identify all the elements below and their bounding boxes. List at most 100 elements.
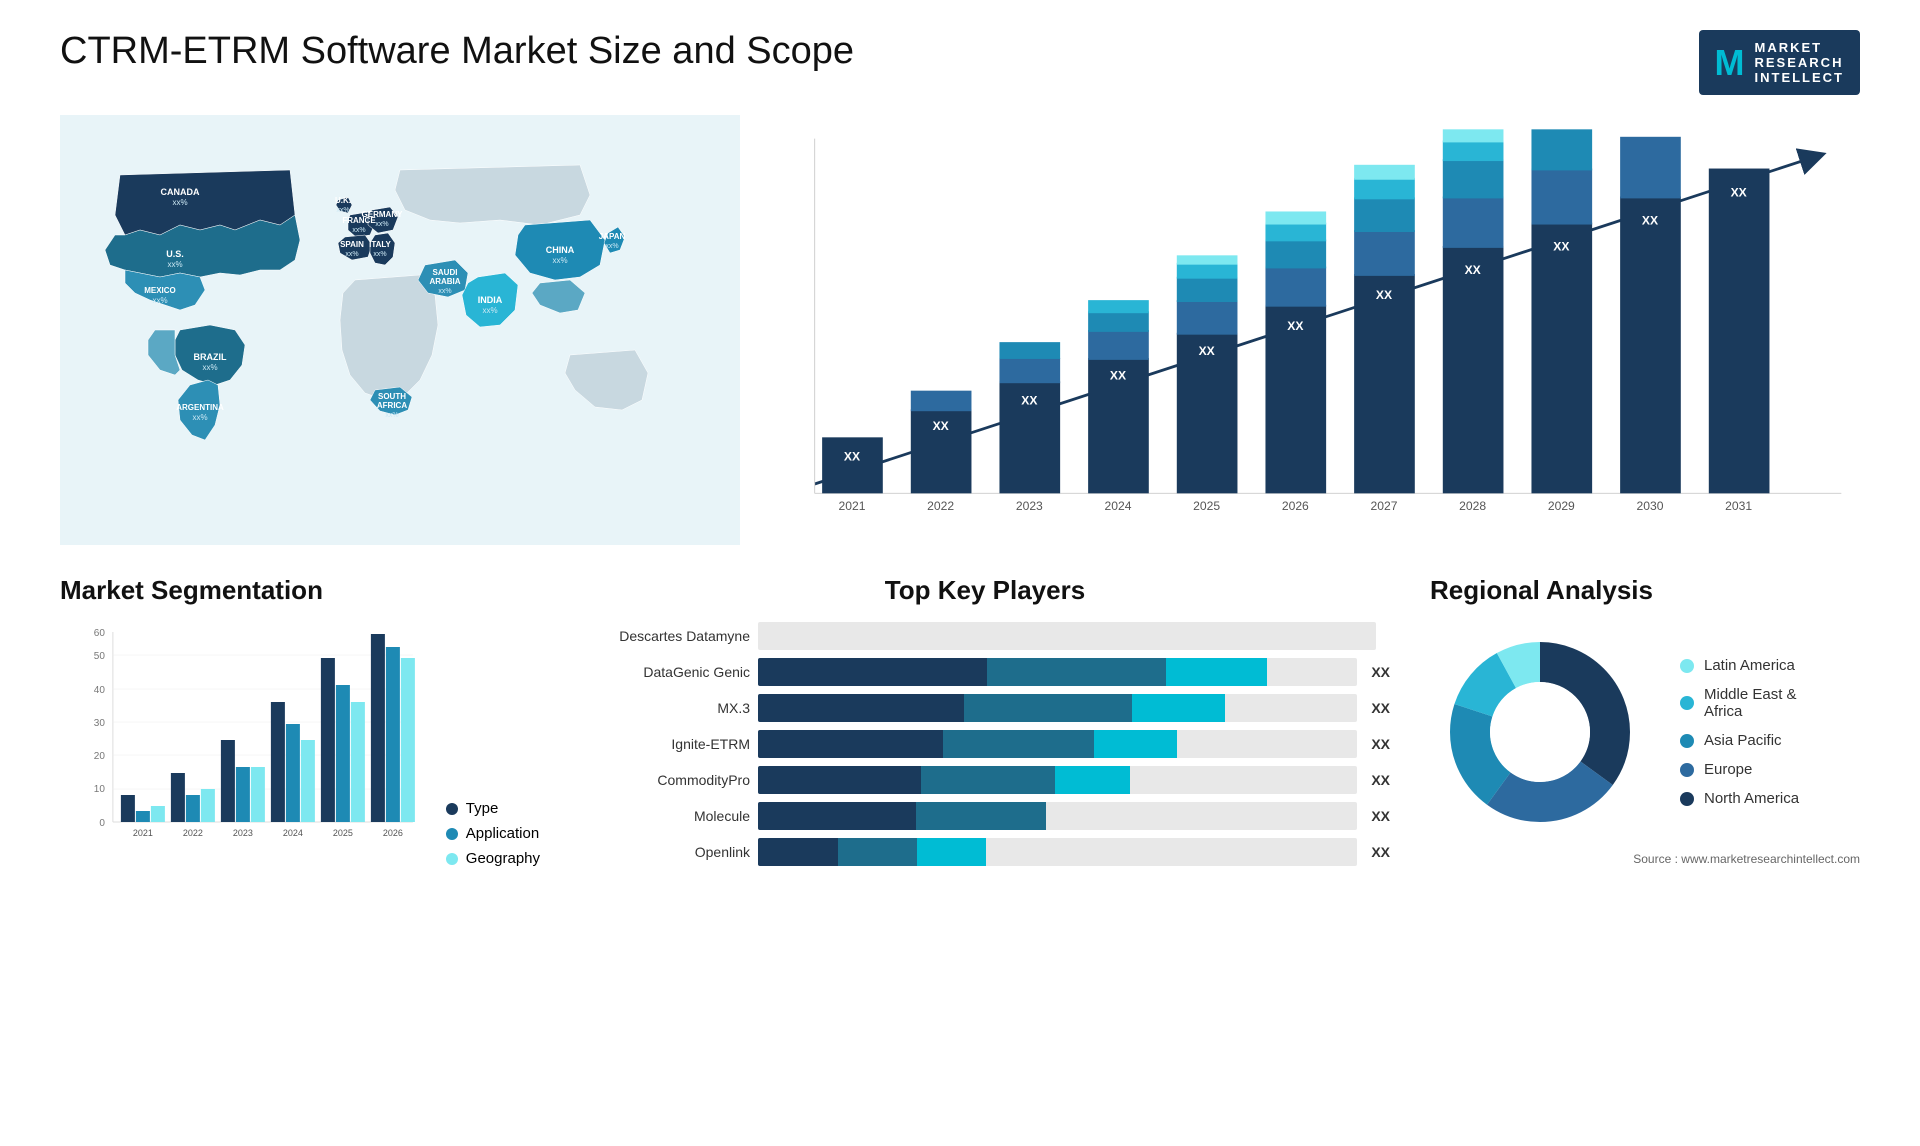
svg-text:60: 60: [94, 628, 106, 639]
bar-2023: XX: [999, 342, 1060, 493]
svg-text:2023: 2023: [1016, 499, 1043, 513]
bar-2022: XX: [911, 391, 972, 494]
uk-label: U.K.: [335, 196, 351, 205]
us-label: U.S.: [166, 249, 184, 259]
player-bar-outer: [758, 622, 1376, 650]
logo-text: MARKET RESEARCH INTELLECT: [1755, 40, 1845, 85]
player-name: Openlink: [580, 844, 750, 860]
seg-application-label: Application: [466, 825, 539, 842]
bar-2025: XX: [1177, 255, 1238, 493]
donut-container: Latin America Middle East &Africa Asia P…: [1430, 622, 1860, 842]
legend-north-america: North America: [1680, 790, 1799, 807]
world-map: CANADA xx% U.S. xx% MEXICO xx% BRAZIL xx…: [60, 115, 740, 545]
player-bar-inner: [758, 802, 1046, 830]
svg-text:xx%: xx%: [167, 260, 182, 269]
logo-line2: RESEARCH: [1755, 55, 1845, 70]
seg-legend-geography: Geography: [446, 850, 540, 867]
header: CTRM-ETRM Software Market Size and Scope…: [60, 30, 1860, 95]
svg-text:xx%: xx%: [345, 251, 358, 258]
germany-label: GERMANY: [362, 210, 404, 219]
svg-text:2030: 2030: [1637, 499, 1664, 513]
svg-text:xx%: xx%: [438, 288, 451, 295]
seg-legend-application: Application: [446, 825, 540, 842]
player-name: Ignite-ETRM: [580, 736, 750, 752]
player-row: MX.3 XX: [580, 694, 1390, 722]
source-text: Source : www.marketresearchintellect.com: [1430, 852, 1860, 866]
regional-legend: Latin America Middle East &Africa Asia P…: [1680, 657, 1799, 807]
mexico-label: MEXICO: [144, 286, 176, 295]
player-row: Ignite-ETRM XX: [580, 730, 1390, 758]
player-row: Openlink XX: [580, 838, 1390, 866]
bar-2027: XX: [1354, 165, 1415, 494]
japan-label: JAPAN: [599, 232, 626, 241]
svg-text:XX: XX: [1553, 240, 1569, 254]
regional-title: Regional Analysis: [1430, 575, 1860, 606]
svg-text:50: 50: [94, 651, 106, 662]
svg-text:xx%: xx%: [373, 251, 386, 258]
player-name: Descartes Datamyne: [580, 628, 750, 644]
svg-text:2022: 2022: [927, 499, 954, 513]
legend-middle-east: Middle East &Africa: [1680, 686, 1799, 720]
svg-text:2027: 2027: [1371, 499, 1398, 513]
svg-text:ARABIA: ARABIA: [429, 277, 460, 286]
segmentation-chart-svg: 0 10 20 30 40 50 60 2021: [60, 622, 426, 862]
svg-text:xx%: xx%: [192, 413, 207, 422]
player-bar-inner: [758, 658, 1267, 686]
brazil-label: BRAZIL: [194, 352, 227, 362]
north-america-dot: [1680, 792, 1694, 806]
svg-text:XX: XX: [844, 450, 860, 464]
bottom-section: Market Segmentation 0: [60, 575, 1860, 867]
player-val: XX: [1371, 700, 1390, 716]
player-bar-outer: [758, 766, 1357, 794]
player-row: DataGenic Genic XX: [580, 658, 1390, 686]
player-bar-outer: [758, 694, 1357, 722]
svg-text:2023: 2023: [233, 828, 253, 838]
asia-pacific-label: Asia Pacific: [1704, 732, 1782, 749]
player-name: Molecule: [580, 808, 750, 824]
svg-text:XX: XX: [1021, 394, 1037, 408]
legend-europe: Europe: [1680, 761, 1799, 778]
svg-text:2025: 2025: [1193, 499, 1220, 513]
svg-text:xx%: xx%: [152, 296, 167, 305]
regional-area: Regional Analysis: [1430, 575, 1860, 866]
key-players-title: Top Key Players: [580, 575, 1390, 606]
svg-text:2028: 2028: [1459, 499, 1486, 513]
svg-text:xx%: xx%: [352, 227, 365, 234]
svg-text:30: 30: [94, 718, 106, 729]
player-val: XX: [1371, 736, 1390, 752]
bar-2028: XX: [1443, 129, 1504, 493]
svg-text:xx%: xx%: [172, 198, 187, 207]
player-bar-inner: [758, 838, 986, 866]
svg-text:xx%: xx%: [552, 256, 567, 265]
player-row: CommodityPro XX: [580, 766, 1390, 794]
svg-text:2021: 2021: [133, 828, 153, 838]
europe-label: Europe: [1704, 761, 1752, 778]
player-bar-inner: [758, 766, 1130, 794]
player-bar-inner: [758, 694, 1225, 722]
geography-dot: [446, 853, 458, 865]
svg-text:XX: XX: [1199, 344, 1215, 358]
page-title: CTRM-ETRM Software Market Size and Scope: [60, 30, 854, 73]
svg-text:0: 0: [99, 818, 105, 829]
player-bar-outer: [758, 838, 1357, 866]
svg-text:2025: 2025: [333, 828, 353, 838]
svg-text:xx%: xx%: [482, 306, 497, 315]
svg-text:XX: XX: [933, 419, 949, 433]
player-val: XX: [1371, 772, 1390, 788]
bar-2031: XX: [1709, 169, 1770, 494]
svg-text:2031: 2031: [1725, 499, 1752, 513]
logo-letter: M: [1715, 42, 1745, 84]
player-val: XX: [1371, 844, 1390, 860]
seg-legend: Type Application Geography: [446, 800, 540, 867]
svg-text:XX: XX: [1376, 288, 1392, 302]
svg-text:XX: XX: [1642, 214, 1658, 228]
svg-text:40: 40: [94, 685, 106, 696]
argentina-label: ARGENTINA: [176, 403, 224, 412]
svg-text:xx%: xx%: [336, 207, 349, 214]
logo-line1: MARKET: [1755, 40, 1845, 55]
bar-2021: XX: [822, 437, 883, 493]
southafrica-label: SOUTH: [378, 392, 406, 401]
seg-type-label: Type: [466, 800, 499, 817]
asia-pacific-dot: [1680, 734, 1694, 748]
seg-geography-label: Geography: [466, 850, 540, 867]
